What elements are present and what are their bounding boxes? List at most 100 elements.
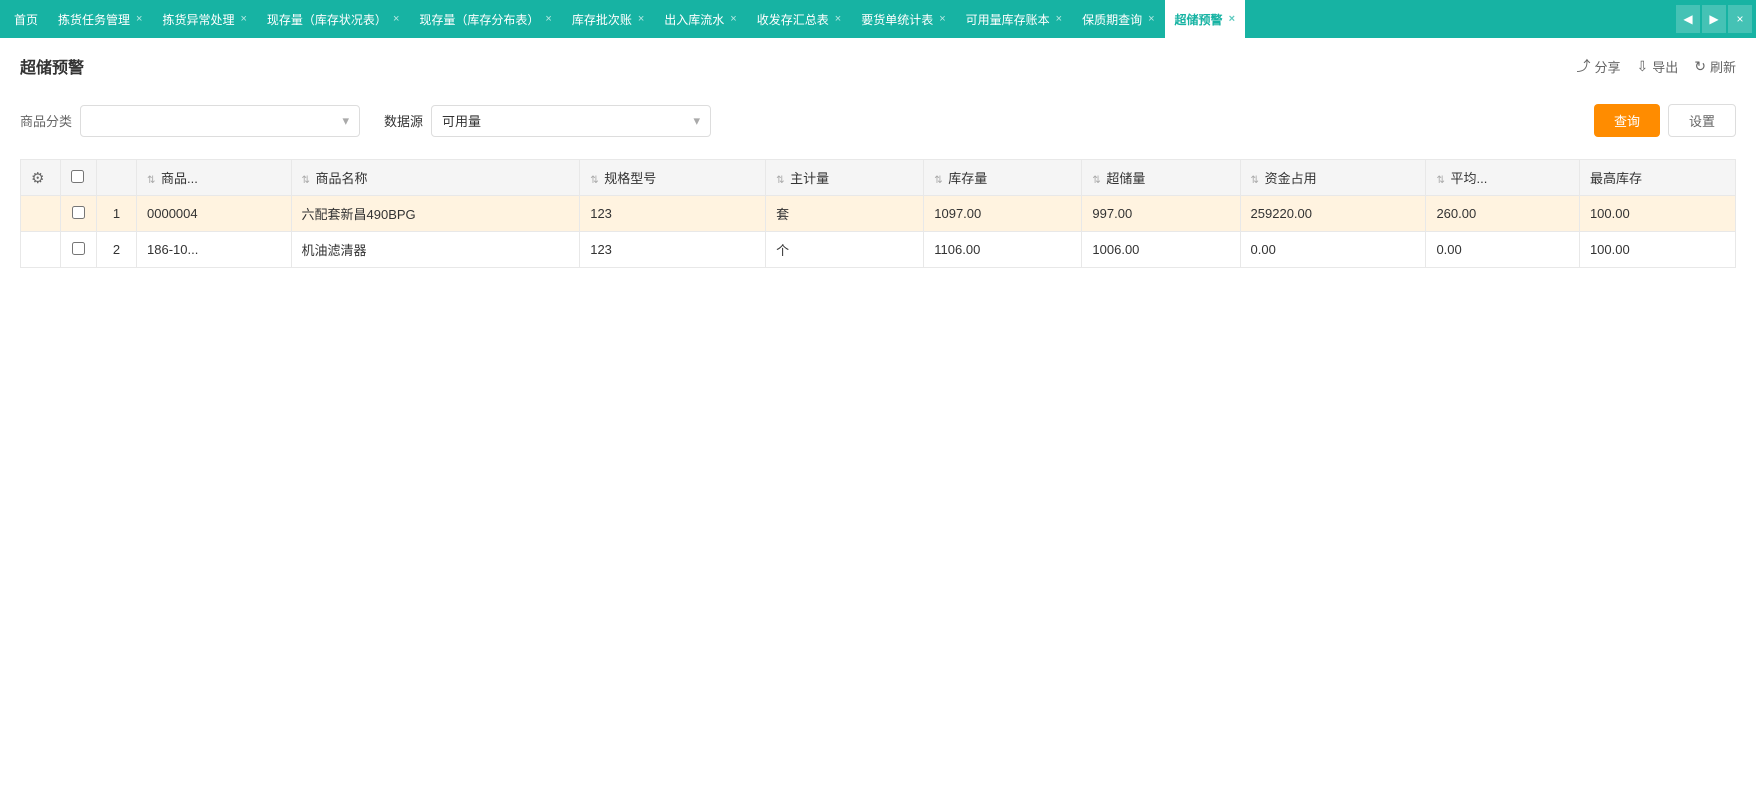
sort-icon: ⇅	[1436, 175, 1444, 186]
close-icon[interactable]: ×	[393, 13, 399, 25]
data-table: ⚙ ⇅ 商品... ⇅ 商品名称 ⇅ 规格型号	[20, 159, 1736, 268]
row-settings-cell	[21, 232, 61, 268]
top-nav: 首页 拣货任务管理 × 拣货异常处理 × 现存量（库存状况表） × 现存量（库存…	[0, 0, 1756, 38]
table-row[interactable]: 2 186-10... 机油滤清器 123 个 1106.00 1006.00 …	[21, 232, 1736, 268]
filter-actions: 查询 设置	[1594, 104, 1736, 137]
th-checkbox	[61, 160, 97, 196]
tab-inventory-dist[interactable]: 现存量（库存分布表） ×	[409, 0, 561, 38]
row-index: 2	[97, 232, 137, 268]
export-button[interactable]: ⇩ 导出	[1637, 57, 1679, 76]
sort-icon: ⇅	[1092, 175, 1100, 186]
row-spec: 123	[580, 196, 766, 232]
share-icon: ⤴	[1576, 56, 1590, 76]
settings-button[interactable]: 设置	[1668, 104, 1736, 137]
row-stock: 1106.00	[924, 232, 1082, 268]
export-icon: ⇩	[1637, 58, 1649, 75]
row-capital: 259220.00	[1240, 196, 1426, 232]
sort-icon: ⇅	[934, 175, 942, 186]
tab-quality-check[interactable]: 保质期查询 ×	[1072, 0, 1164, 38]
chevron-down-icon: ▾	[694, 113, 701, 129]
header-actions: ⤴ 分享 ⇩ 导出 ↻ 刷新	[1576, 56, 1736, 76]
tab-overstock-warning[interactable]: 超储预警 ×	[1165, 0, 1245, 38]
sort-icon: ⇅	[776, 175, 784, 186]
select-all-checkbox[interactable]	[71, 170, 84, 183]
table-header-row: ⚙ ⇅ 商品... ⇅ 商品名称 ⇅ 规格型号	[21, 160, 1736, 196]
row-unit: 个	[766, 232, 924, 268]
tab-batch[interactable]: 库存批次账 ×	[562, 0, 654, 38]
tab-collect-summary[interactable]: 收发存汇总表 ×	[747, 0, 851, 38]
datasource-label: 数据源	[384, 111, 423, 130]
sort-icon: ⇅	[302, 175, 310, 186]
tab-task-mgmt[interactable]: 拣货任务管理 ×	[48, 0, 152, 38]
tab-available-ledger[interactable]: 可用量库存账本 ×	[956, 0, 1072, 38]
page-title: 超储预警	[20, 54, 84, 78]
row-product-code: 186-10...	[137, 232, 292, 268]
sort-icon: ⇅	[590, 175, 598, 186]
page-header: 超储预警 ⤴ 分享 ⇩ 导出 ↻ 刷新	[20, 54, 1736, 78]
gear-icon[interactable]: ⚙	[31, 170, 44, 187]
row-checkbox-cell[interactable]	[61, 196, 97, 232]
table-row[interactable]: 1 0000004 六配套新昌490BPG 123 套 1097.00 997.…	[21, 196, 1736, 232]
th-overstock[interactable]: ⇅ 超储量	[1082, 160, 1240, 196]
row-product-code: 0000004	[137, 196, 292, 232]
close-icon[interactable]: ×	[1056, 13, 1062, 25]
datasource-select[interactable]: 可用量 ▾	[431, 105, 711, 137]
share-button[interactable]: ⤴ 分享	[1576, 56, 1620, 76]
row-overstock: 997.00	[1082, 196, 1240, 232]
category-filter: 商品分类 ▾	[20, 105, 360, 137]
th-product-code[interactable]: ⇅ 商品...	[137, 160, 292, 196]
row-index: 1	[97, 196, 137, 232]
nav-right-button[interactable]: ▶	[1702, 5, 1726, 33]
tab-home[interactable]: 首页	[4, 0, 48, 38]
filter-bar: 商品分类 ▾ 数据源 可用量 ▾ 查询 设置	[20, 94, 1736, 147]
th-max-stock[interactable]: 最高库存	[1579, 160, 1735, 196]
close-icon[interactable]: ×	[1148, 13, 1154, 25]
row-settings-cell	[21, 196, 61, 232]
close-icon[interactable]: ×	[638, 13, 644, 25]
th-spec[interactable]: ⇅ 规格型号	[580, 160, 766, 196]
th-product-name[interactable]: ⇅ 商品名称	[291, 160, 580, 196]
datasource-select-value: 可用量	[442, 111, 481, 130]
row-overstock: 1006.00	[1082, 232, 1240, 268]
nav-left-button[interactable]: ◀	[1676, 5, 1700, 33]
row-max-stock: 100.00	[1579, 232, 1735, 268]
tab-abnormal[interactable]: 拣货异常处理 ×	[152, 0, 256, 38]
sort-icon: ⇅	[147, 175, 155, 186]
category-label: 商品分类	[20, 111, 72, 130]
close-icon[interactable]: ×	[545, 13, 551, 25]
nav-arrows: ◀ ▶ ×	[1676, 5, 1752, 33]
sort-icon: ⇅	[1251, 175, 1259, 186]
row-avg: 0.00	[1426, 232, 1580, 268]
row-checkbox[interactable]	[72, 206, 85, 219]
tab-inout-flow[interactable]: 出入库流水 ×	[654, 0, 746, 38]
refresh-button[interactable]: ↻ 刷新	[1694, 57, 1736, 76]
row-spec: 123	[580, 232, 766, 268]
row-capital: 0.00	[1240, 232, 1426, 268]
close-icon[interactable]: ×	[939, 13, 945, 25]
tab-inventory-status[interactable]: 现存量（库存状况表） ×	[257, 0, 409, 38]
row-product-name: 机油滤清器	[291, 232, 580, 268]
close-icon[interactable]: ×	[835, 13, 841, 25]
th-capital[interactable]: ⇅ 资金占用	[1240, 160, 1426, 196]
th-stock[interactable]: ⇅ 库存量	[924, 160, 1082, 196]
query-button[interactable]: 查询	[1594, 104, 1660, 137]
row-unit: 套	[766, 196, 924, 232]
tab-order-stats[interactable]: 要货单统计表 ×	[851, 0, 955, 38]
close-icon[interactable]: ×	[240, 13, 246, 25]
row-product-name: 六配套新昌490BPG	[291, 196, 580, 232]
row-checkbox[interactable]	[72, 242, 85, 255]
row-stock: 1097.00	[924, 196, 1082, 232]
row-max-stock: 100.00	[1579, 196, 1735, 232]
chevron-down-icon: ▾	[342, 113, 349, 129]
th-settings: ⚙	[21, 160, 61, 196]
close-icon[interactable]: ×	[1229, 13, 1235, 25]
category-select[interactable]: ▾	[80, 105, 360, 137]
nav-close-button[interactable]: ×	[1728, 5, 1752, 33]
datasource-filter: 数据源 可用量 ▾	[384, 105, 711, 137]
row-checkbox-cell[interactable]	[61, 232, 97, 268]
close-icon[interactable]: ×	[730, 13, 736, 25]
th-avg[interactable]: ⇅ 平均...	[1426, 160, 1580, 196]
page-content: 超储预警 ⤴ 分享 ⇩ 导出 ↻ 刷新 商品分类 ▾ 数据源	[0, 38, 1756, 800]
th-unit[interactable]: ⇅ 主计量	[766, 160, 924, 196]
close-icon[interactable]: ×	[136, 13, 142, 25]
